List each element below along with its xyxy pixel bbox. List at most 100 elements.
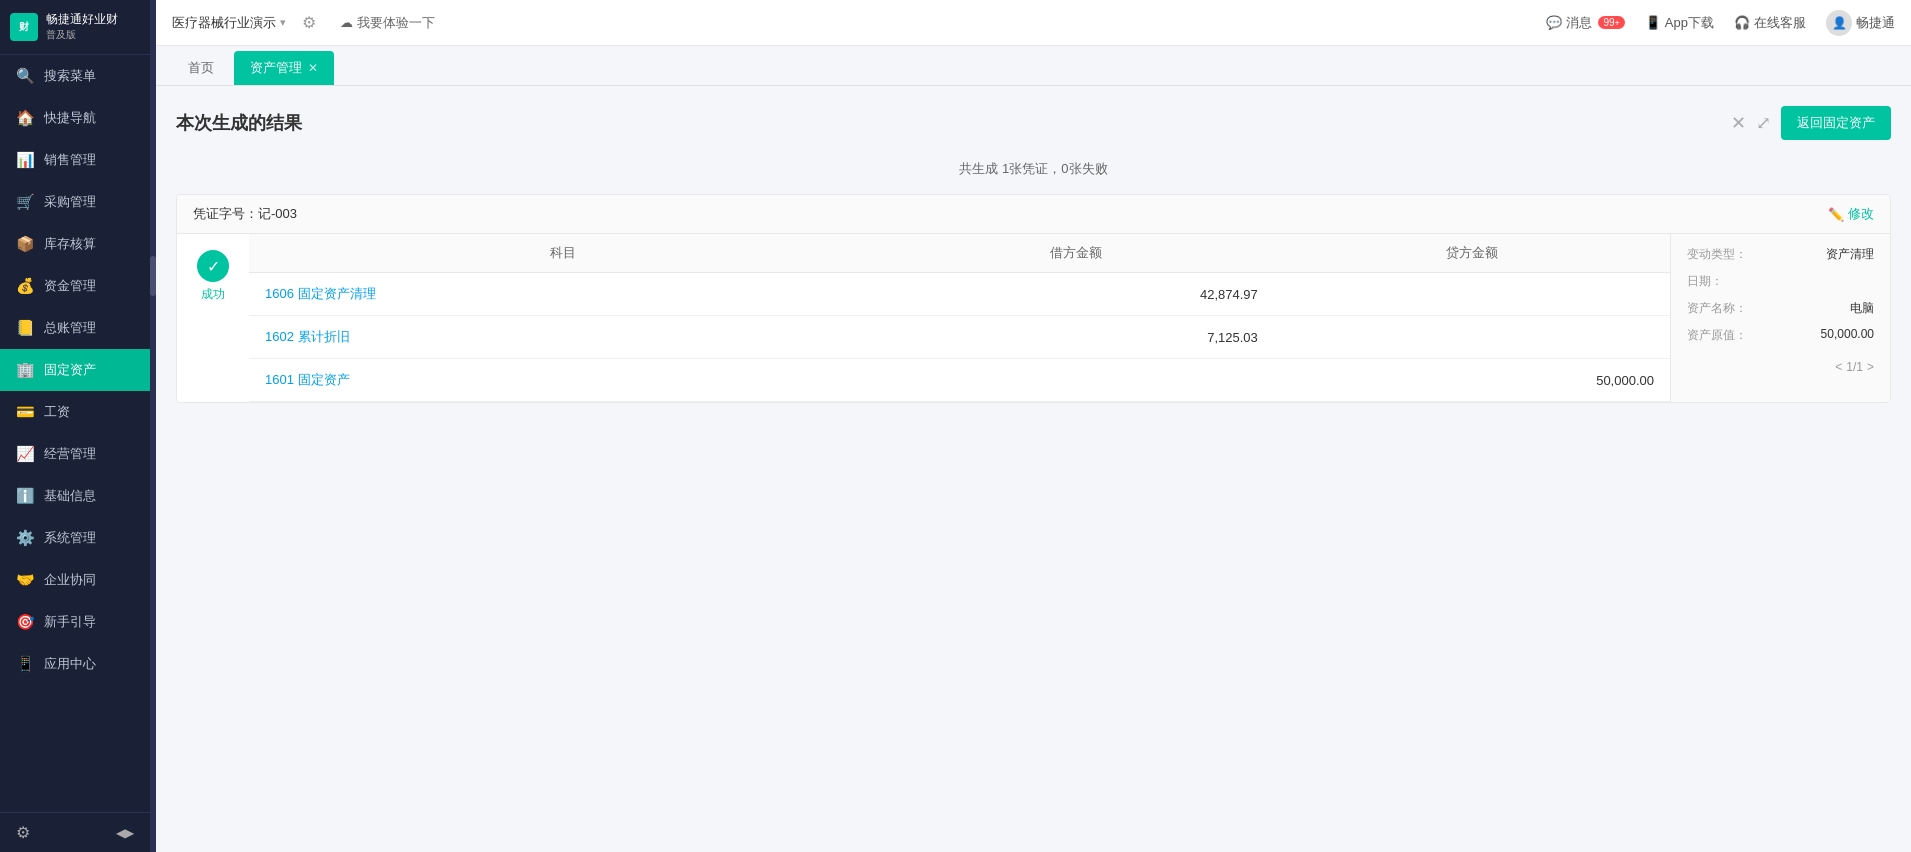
logo-text-area: 畅捷通好业财 普及版: [46, 12, 118, 42]
settings-footer-icon[interactable]: ⚙: [16, 823, 30, 842]
content: 本次生成的结果 ✕ ⤢ 返回固定资产 共生成 1张凭证，0张失败 凭证字号：记-…: [156, 86, 1911, 852]
trial-label: 我要体验一下: [357, 14, 435, 32]
row3-credit: 50,000.00: [1274, 359, 1670, 402]
sidebar-item-inventory[interactable]: 📦 库存核算: [0, 223, 150, 265]
change-type-label: 变动类型：: [1687, 246, 1747, 263]
sidebar-item-funds[interactable]: 💰 资金管理: [0, 265, 150, 307]
page-header: 本次生成的结果 ✕ ⤢ 返回固定资产: [176, 106, 1891, 140]
sidebar-item-fixed-assets[interactable]: 🏢 固定资产: [0, 349, 150, 391]
page-title: 本次生成的结果: [176, 111, 302, 135]
sidebar-item-sales[interactable]: 📊 销售管理: [0, 139, 150, 181]
logo-icon: 财: [10, 13, 38, 41]
success-label: 成功: [201, 286, 225, 303]
tabbar: 首页 资产管理 ✕: [156, 46, 1911, 86]
user-area[interactable]: 👤 畅捷通: [1826, 10, 1895, 36]
row2-credit: [1274, 316, 1670, 359]
sidebar-header: 财 畅捷通好业财 普及版: [0, 0, 150, 55]
tab-asset-mgmt-label: 资产管理: [250, 59, 302, 77]
support-icon: 🎧: [1734, 15, 1750, 30]
message-label: 消息: [1566, 14, 1592, 32]
topbar-company[interactable]: 医疗器械行业演示 ▾: [172, 14, 286, 32]
info-icon: ℹ️: [16, 487, 34, 505]
row3-debit: [878, 359, 1274, 402]
expand-panel-button[interactable]: ⤢: [1756, 112, 1771, 134]
side-change-type-row: 变动类型： 资产清理: [1687, 246, 1874, 263]
sidebar-item-purchase[interactable]: 🛒 采购管理: [0, 181, 150, 223]
trending-icon: 📈: [16, 445, 34, 463]
sidebar-item-search[interactable]: 🔍 搜索菜单: [0, 55, 150, 97]
asset-name-label: 资产名称：: [1687, 300, 1747, 317]
sidebar-item-label: 工资: [44, 403, 70, 421]
voucher-table-area: 科目 借方金额 贷方金额 1606 固定资产清理 42,874.97: [249, 234, 1670, 402]
sidebar-item-app-center[interactable]: 📱 应用中心: [0, 643, 150, 685]
sidebar-item-ledger[interactable]: 📒 总账管理: [0, 307, 150, 349]
pagination-next-button[interactable]: >: [1867, 360, 1874, 374]
message-button[interactable]: 💬 消息 99+: [1546, 14, 1624, 32]
sidebar-item-system[interactable]: ⚙️ 系统管理: [0, 517, 150, 559]
voucher-body: ✓ 成功 科目 借方金额 贷方金额: [177, 234, 1890, 402]
voucher-no: 凭证字号：记-003: [193, 205, 297, 223]
tab-asset-mgmt[interactable]: 资产管理 ✕: [234, 51, 334, 85]
company-name: 医疗器械行业演示: [172, 14, 276, 32]
col-subject: 科目: [249, 234, 878, 273]
col-debit: 借方金额: [878, 234, 1274, 273]
sidebar-scrollbar[interactable]: [150, 0, 156, 852]
sidebar-scrollbar-thumb: [150, 256, 156, 296]
app-download-label: App下载: [1665, 14, 1714, 32]
app-download-button[interactable]: 📱 App下载: [1645, 14, 1714, 32]
logo-sub: 普及版: [46, 28, 118, 42]
search-icon: 🔍: [16, 67, 34, 85]
voucher-side: 变动类型： 资产清理 日期： 资产名称： 电脑 资产原值：: [1670, 234, 1890, 402]
topbar-trial[interactable]: ☁ 我要体验一下: [340, 14, 435, 32]
table-row: 1601 固定资产 50,000.00: [249, 359, 1670, 402]
tab-close-icon[interactable]: ✕: [308, 61, 318, 75]
edit-icon: ✏️: [1828, 207, 1844, 222]
sidebar-item-quick-nav[interactable]: 🏠 快捷导航: [0, 97, 150, 139]
topbar-settings-icon[interactable]: ⚙: [302, 13, 316, 32]
money-icon: 💰: [16, 277, 34, 295]
sidebar-item-label: 新手引导: [44, 613, 96, 631]
row2-debit: 7,125.03: [878, 316, 1274, 359]
support-button[interactable]: 🎧 在线客服: [1734, 14, 1806, 32]
topbar: 医疗器械行业演示 ▾ ⚙ ☁ 我要体验一下 💬 消息 99+ 📱 App下载 🎧…: [156, 0, 1911, 46]
collapse-icon[interactable]: ◀▶: [116, 826, 134, 840]
sidebar-item-label: 基础信息: [44, 487, 96, 505]
sidebar-item-basic-info[interactable]: ℹ️ 基础信息: [0, 475, 150, 517]
pagination-prev-button[interactable]: <: [1835, 360, 1842, 374]
voucher-table: 科目 借方金额 贷方金额 1606 固定资产清理 42,874.97: [249, 234, 1670, 402]
sidebar-item-label: 快捷导航: [44, 109, 96, 127]
sidebar-item-label: 资金管理: [44, 277, 96, 295]
gear-icon: ⚙️: [16, 529, 34, 547]
edit-button[interactable]: ✏️ 修改: [1828, 205, 1874, 223]
summary-line: 共生成 1张凭证，0张失败: [176, 160, 1891, 178]
topbar-left: 医疗器械行业演示 ▾ ⚙ ☁ 我要体验一下: [172, 13, 435, 32]
close-panel-button[interactable]: ✕: [1731, 112, 1746, 134]
edit-label: 修改: [1848, 205, 1874, 223]
table-row: 1602 累计折旧 7,125.03: [249, 316, 1670, 359]
home-icon: 🏠: [16, 109, 34, 127]
side-original-value-row: 资产原值： 50,000.00: [1687, 327, 1874, 344]
tab-home[interactable]: 首页: [172, 51, 230, 85]
sidebar-item-payroll[interactable]: 💳 工资: [0, 391, 150, 433]
side-date-row: 日期：: [1687, 273, 1874, 290]
sidebar-item-label: 采购管理: [44, 193, 96, 211]
sidebar: 财 畅捷通好业财 普及版 🔍 搜索菜单 🏠 快捷导航 📊 销售管理 🛒 采购管理…: [0, 0, 150, 852]
row3-subject: 1601 固定资产: [249, 359, 878, 402]
sidebar-item-operations[interactable]: 📈 经营管理: [0, 433, 150, 475]
return-button[interactable]: 返回固定资产: [1781, 106, 1891, 140]
sidebar-item-enterprise[interactable]: 🤝 企业协同: [0, 559, 150, 601]
original-value-value: 50,000.00: [1821, 327, 1874, 344]
handshake-icon: 🤝: [16, 571, 34, 589]
content-wrapper: 本次生成的结果 ✕ ⤢ 返回固定资产 共生成 1张凭证，0张失败 凭证字号：记-…: [176, 106, 1891, 403]
row2-subject: 1602 累计折旧: [249, 316, 878, 359]
sidebar-item-label: 系统管理: [44, 529, 96, 547]
row1-debit: 42,874.97: [878, 273, 1274, 316]
message-badge: 99+: [1598, 16, 1624, 29]
chevron-down-icon: ▾: [280, 16, 286, 29]
sidebar-item-label: 经营管理: [44, 445, 96, 463]
box-icon: 📦: [16, 235, 34, 253]
app-icon: 📱: [16, 655, 34, 673]
chart-icon: 📊: [16, 151, 34, 169]
sidebar-item-guide[interactable]: 🎯 新手引导: [0, 601, 150, 643]
book-icon: 📒: [16, 319, 34, 337]
